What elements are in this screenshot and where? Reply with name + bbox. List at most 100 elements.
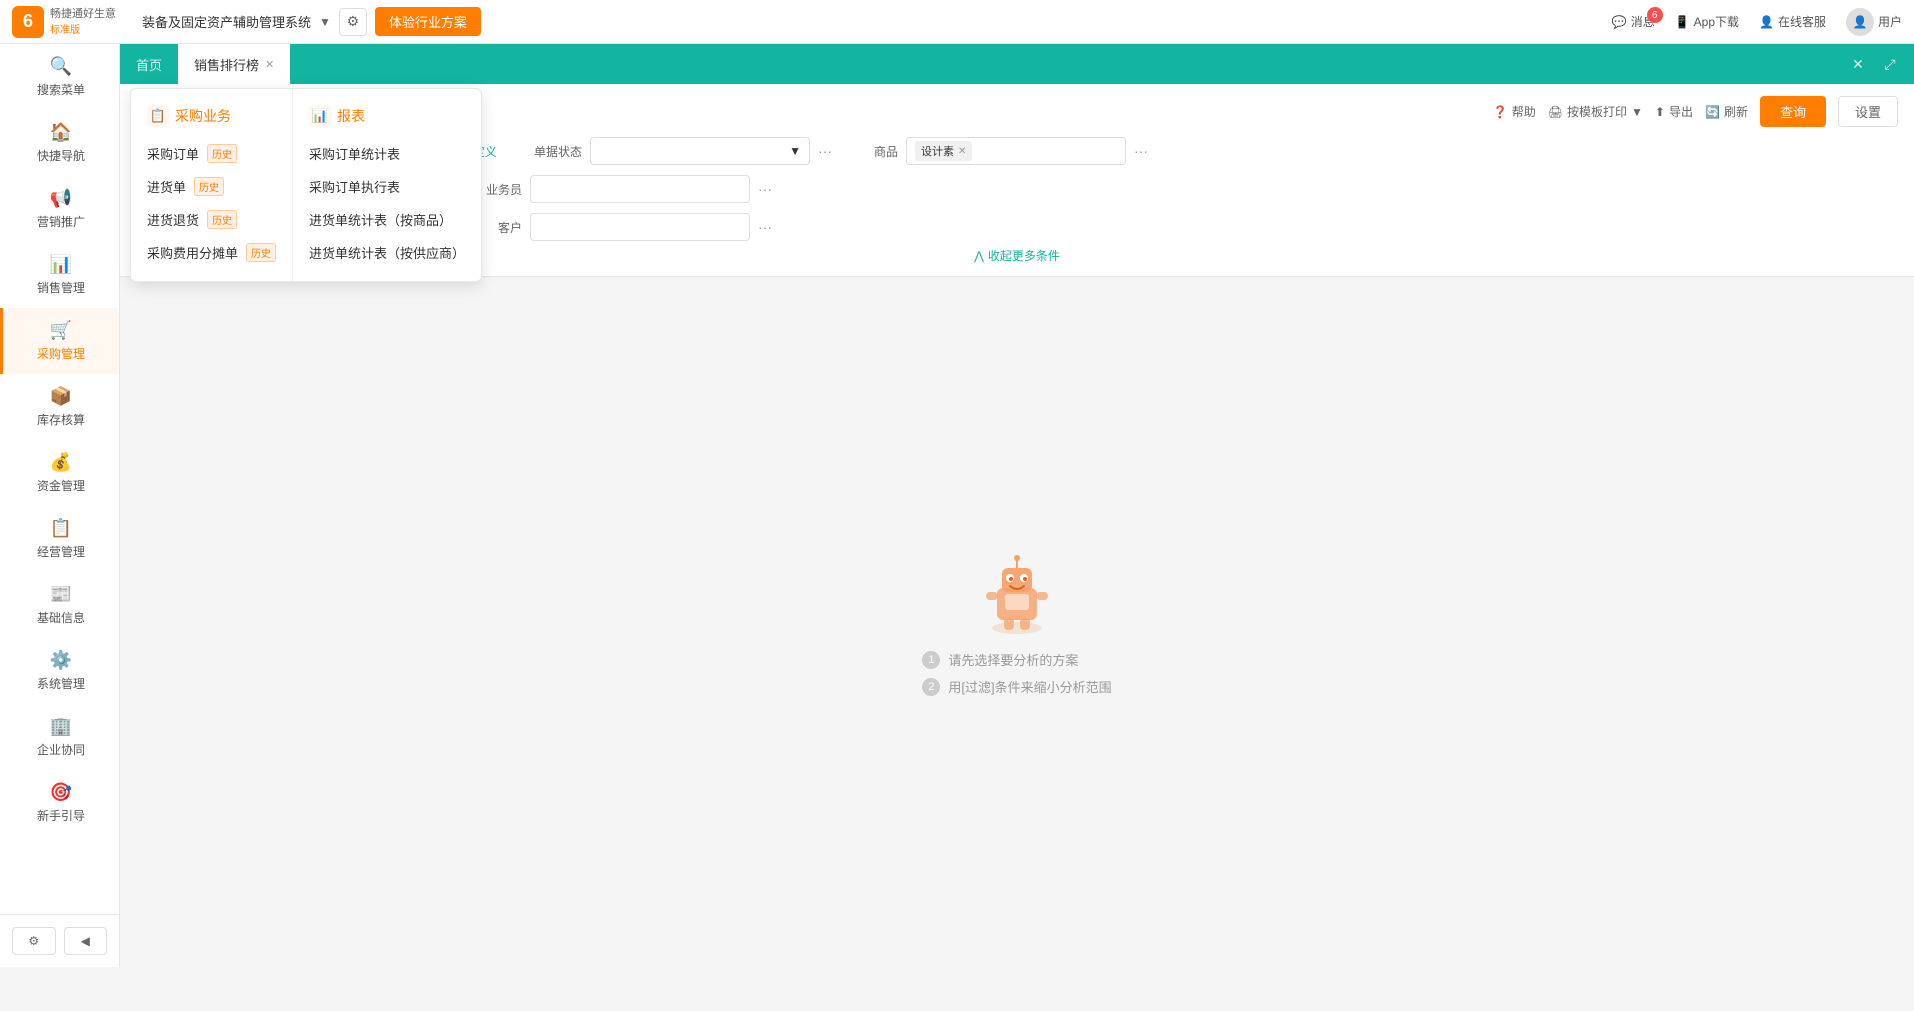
dropdown-item-order-stats[interactable]: 采购订单统计表 <box>293 137 481 170</box>
settings-btn[interactable]: 设置 <box>1838 96 1898 127</box>
doc-status-label: 单据状态 <box>532 143 582 160</box>
operation-icon: 📋 <box>50 518 72 539</box>
purchase-order-label: 采购订单 <box>147 144 199 163</box>
empty-tip-1: 1 请先选择要分析的方案 <box>922 650 1111 669</box>
collapse-btn[interactable]: ⋀ 收起更多条件 <box>974 247 1060 264</box>
sidebar-item-search[interactable]: 🔍 搜索菜单 <box>0 44 119 110</box>
salesman-ellipsis-btn[interactable]: ··· <box>758 181 772 197</box>
goods-tag: 设计素 ✕ <box>915 141 972 161</box>
tab-sales-rank[interactable]: 销售排行榜 ✕ <box>178 44 290 84</box>
sidebar-item-basic-info[interactable]: 📰 基础信息 <box>0 572 119 638</box>
dropdown-header-icon-purchase: 📋 <box>147 105 169 127</box>
tip-text-2: 用[过滤]条件来缩小分析范围 <box>948 677 1111 696</box>
system-title: 装备及固定资产辅助管理系统 <box>142 12 311 31</box>
logo-area: 6 畅捷通好生意 标准版 <box>12 6 132 38</box>
sidebar: 🔍 搜索菜单 🏠 快捷导航 📢 营销推广 📊 销售管理 🛒 采购管理 📦 库存核… <box>0 44 120 967</box>
sidebar-item-label: 新手引导 <box>37 807 85 824</box>
customer-input[interactable] <box>530 213 750 241</box>
sidebar-item-inventory[interactable]: 📦 库存核算 <box>0 374 119 440</box>
sidebar-item-finance[interactable]: 💰 资金管理 <box>0 440 119 506</box>
purchase-return-label: 进货退货 <box>147 210 199 229</box>
system-dropdown-btn[interactable]: ▼ <box>319 15 331 29</box>
dropdown-item-purchase-order[interactable]: 采购订单 历史 <box>131 137 292 170</box>
sidebar-collapse-btn[interactable]: ◀ <box>64 927 108 955</box>
online-service-action[interactable]: 👤 在线客服 <box>1759 13 1826 30</box>
salesman-input[interactable] <box>530 175 750 203</box>
doc-status-select[interactable]: ▼ <box>590 137 810 165</box>
sidebar-item-system[interactable]: ⚙️ 系统管理 <box>0 638 119 704</box>
dropdown-item-in-stats-supplier[interactable]: 进货单统计表（按供应商） <box>293 236 481 269</box>
system-settings-btn[interactable]: ⚙ <box>339 8 367 36</box>
logo-badge: 标准版 <box>50 21 116 36</box>
dropdown-item-purchase-return[interactable]: 进货退货 历史 <box>131 203 292 236</box>
message-action[interactable]: 💬 消息 6 <box>1612 13 1655 30</box>
tip-num-1: 1 <box>922 651 940 669</box>
dropdown-item-purchase-in[interactable]: 进货单 历史 <box>131 170 292 203</box>
service-icon: 👤 <box>1759 15 1774 29</box>
sidebar-item-label: 采购管理 <box>37 345 85 362</box>
sales-icon: 📊 <box>50 254 72 275</box>
goods-tag-close[interactable]: ✕ <box>958 146 966 157</box>
refresh-icon: 🔄 <box>1705 105 1720 119</box>
phone-icon: 📱 <box>1675 15 1690 29</box>
sidebar-item-marketing[interactable]: 📢 营销推广 <box>0 176 119 242</box>
user-action[interactable]: 👤 用户 <box>1846 8 1902 36</box>
goods-input[interactable]: 设计素 ✕ <box>906 137 1126 165</box>
export-btn[interactable]: ⬆ 导出 <box>1655 103 1693 120</box>
tab-expand-btn[interactable]: ⤢ <box>1878 52 1902 76</box>
filter-group-customer: 客户 ··· <box>472 213 772 241</box>
finance-icon: 💰 <box>50 452 72 473</box>
logo-icon: 6 <box>12 6 44 38</box>
order-exec-label: 采购订单执行表 <box>309 177 400 196</box>
sidebar-item-label: 库存核算 <box>37 411 85 428</box>
goods-ellipsis-btn[interactable]: ··· <box>1134 143 1148 159</box>
order-stats-label: 采购订单统计表 <box>309 144 400 163</box>
app-download-action[interactable]: 📱 App下载 <box>1675 13 1739 30</box>
sidebar-item-label: 资金管理 <box>37 477 85 494</box>
logo-text: 畅捷通好生意 <box>50 7 116 21</box>
tab-home[interactable]: 首页 <box>120 44 178 84</box>
filter-group-salesman: 业务员 ··· <box>472 175 772 203</box>
purchase-in-label: 进货单 <box>147 177 186 196</box>
sidebar-item-operation[interactable]: 📋 经营管理 <box>0 506 119 572</box>
query-btn[interactable]: 查询 <box>1760 96 1826 127</box>
dropdown-item-in-stats-goods[interactable]: 进货单统计表（按商品） <box>293 203 481 236</box>
sidebar-settings-btn[interactable]: ⚙ <box>12 927 56 955</box>
tab-bar: 首页 销售排行榜 ✕ ✕ ⤢ <box>120 44 1914 84</box>
tab-close-icon[interactable]: ✕ <box>265 58 274 71</box>
sidebar-item-guide[interactable]: 🎯 新手引导 <box>0 770 119 836</box>
dropdown-header-report: 📊 报表 <box>293 101 481 137</box>
print-btn[interactable]: 🖨 按模板打印 ▼ <box>1548 103 1643 120</box>
basic-info-icon: 📰 <box>50 584 72 605</box>
empty-illustration <box>972 548 1062 638</box>
dropdown-item-purchase-expense[interactable]: 采购费用分摊单 历史 <box>131 236 292 269</box>
dropdown-item-order-exec[interactable]: 采购订单执行表 <box>293 170 481 203</box>
help-btn[interactable]: ❓ 帮助 <box>1493 103 1536 120</box>
empty-state: 1 请先选择要分析的方案 2 用[过滤]条件来缩小分析范围 <box>922 548 1111 696</box>
sidebar-item-sales[interactable]: 📊 销售管理 <box>0 242 119 308</box>
content-body: 1 请先选择要分析的方案 2 用[过滤]条件来缩小分析范围 <box>120 277 1914 967</box>
sidebar-item-label: 快捷导航 <box>37 147 85 164</box>
customer-ellipsis-btn[interactable]: ··· <box>758 219 772 235</box>
search-icon: 🔍 <box>50 56 72 77</box>
sidebar-item-purchase[interactable]: 🛒 采购管理 <box>0 308 119 374</box>
sidebar-item-quick-nav[interactable]: 🏠 快捷导航 <box>0 110 119 176</box>
print-dropdown-icon: ▼ <box>1631 105 1643 119</box>
industry-btn[interactable]: 体验行业方案 <box>375 7 481 36</box>
doc-status-ellipsis-btn[interactable]: ··· <box>818 143 832 159</box>
history-badge: 历史 <box>246 243 276 262</box>
history-badge: 历史 <box>194 177 224 196</box>
top-header: 6 畅捷通好生意 标准版 装备及固定资产辅助管理系统 ▼ ⚙ 体验行业方案 💬 … <box>0 0 1914 44</box>
system-icon: ⚙️ <box>50 650 72 671</box>
message-icon: 💬 <box>1612 15 1627 29</box>
dropdown-header-purchase: 📋 采购业务 <box>131 101 292 137</box>
sidebar-item-enterprise[interactable]: 🏢 企业协同 <box>0 704 119 770</box>
refresh-btn[interactable]: 🔄 刷新 <box>1705 103 1748 120</box>
marketing-icon: 📢 <box>50 188 72 209</box>
user-label: 用户 <box>1878 13 1902 30</box>
home-icon: 🏠 <box>50 122 72 143</box>
tab-close-all-btn[interactable]: ✕ <box>1846 52 1870 76</box>
history-badge: 历史 <box>207 144 237 163</box>
sidebar-item-label: 营销推广 <box>37 213 85 230</box>
sidebar-item-label: 搜索菜单 <box>37 81 85 98</box>
